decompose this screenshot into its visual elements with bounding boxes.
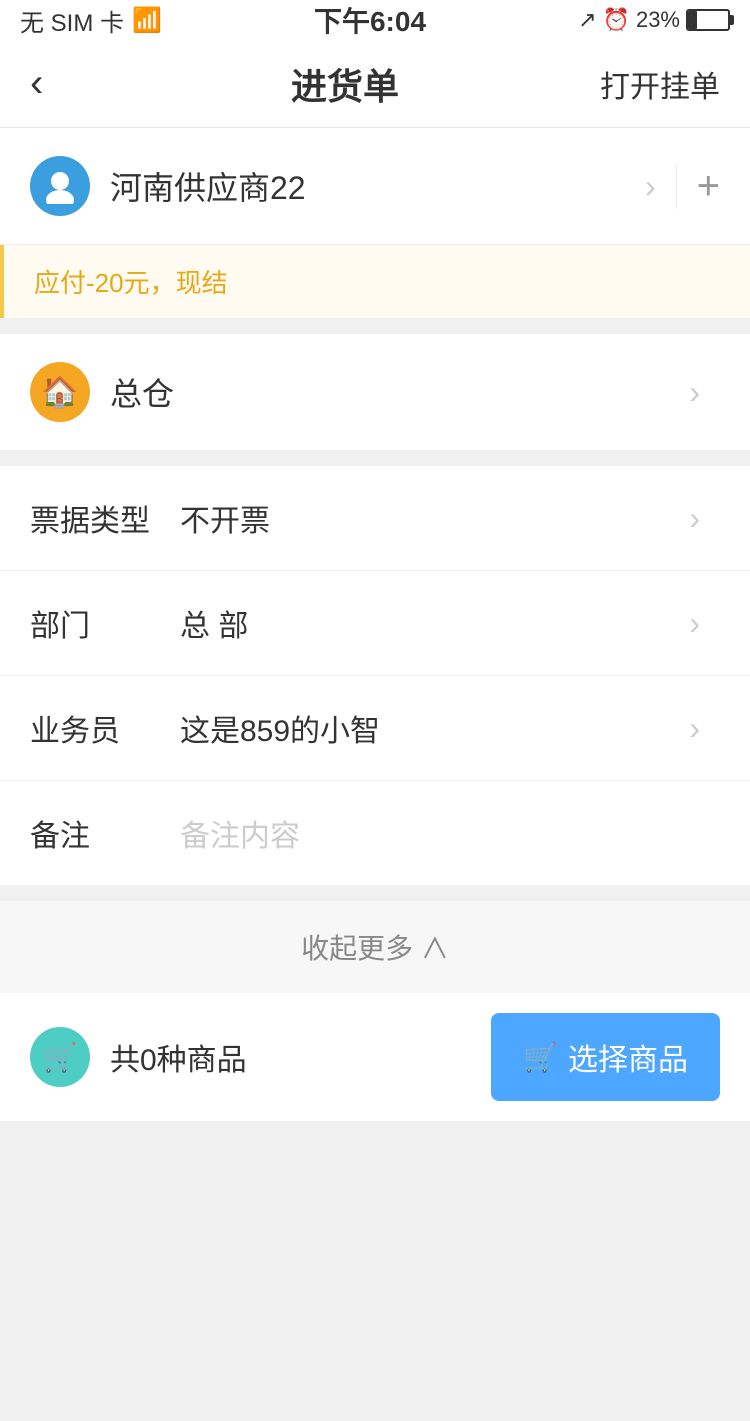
remark-label: 备注 xyxy=(30,811,160,855)
collapse-row[interactable]: 收起更多 ∧ xyxy=(0,901,750,993)
invoice-type-label: 票据类型 xyxy=(30,496,160,540)
warehouse-name: 总仓 xyxy=(110,369,689,415)
info-banner-text: 应付-20元，现结 xyxy=(34,268,228,298)
person-icon xyxy=(42,168,78,204)
page-title: 进货单 xyxy=(291,58,399,110)
select-product-button[interactable]: 🛒 选择商品 xyxy=(491,1013,720,1101)
battery-icon xyxy=(686,9,730,31)
battery-percent: 23% xyxy=(636,7,680,33)
product-cart-icon: 🛒 xyxy=(30,1027,90,1087)
wifi-icon: 📶 xyxy=(132,6,162,35)
remark-row[interactable]: 备注 备注内容 xyxy=(0,781,750,885)
content-area: 河南供应商22 › + 应付-20元，现结 🏠 总仓 › 票据类型 不开票 › … xyxy=(0,128,750,1421)
warehouse-row[interactable]: 🏠 总仓 › xyxy=(0,334,750,450)
supplier-avatar xyxy=(30,156,90,216)
nav-bar: ‹ 进货单 打开挂单 xyxy=(0,40,750,128)
remark-input[interactable]: 备注内容 xyxy=(160,811,720,855)
supplier-card: 河南供应商22 › + 应付-20元，现结 xyxy=(0,128,750,318)
bottom-product-bar: 🛒 共0种商品 🛒 选择商品 xyxy=(0,993,750,1121)
invoice-type-value: 不开票 xyxy=(160,496,689,540)
warehouse-card: 🏠 总仓 › xyxy=(0,334,750,450)
collapse-text: 收起更多 ∧ xyxy=(301,927,449,967)
status-left: 无 SIM 卡 📶 xyxy=(20,3,162,38)
supplier-chevron-icon: › xyxy=(645,168,656,205)
alarm-icon: ⏰ xyxy=(603,7,630,33)
product-count-text: 共0种商品 xyxy=(110,1035,491,1079)
carrier-text: 无 SIM 卡 xyxy=(20,3,124,38)
status-bar: 无 SIM 卡 📶 下午6:04 ↗ ⏰ 23% xyxy=(0,0,750,40)
department-row[interactable]: 部门 总 部 › xyxy=(0,571,750,676)
warehouse-icon: 🏠 xyxy=(30,362,90,422)
salesperson-row[interactable]: 业务员 这是859的小智 › xyxy=(0,676,750,781)
grey-area xyxy=(0,1121,750,1421)
form-card: 票据类型 不开票 › 部门 总 部 › 业务员 这是859的小智 › 备注 备注… xyxy=(0,466,750,885)
open-pending-button[interactable]: 打开挂单 xyxy=(600,62,720,106)
back-button[interactable]: ‹ xyxy=(30,61,90,106)
salesperson-value: 这是859的小智 xyxy=(160,706,689,750)
house-icon: 🏠 xyxy=(41,375,78,410)
select-btn-label: 选择商品 xyxy=(568,1035,688,1079)
add-supplier-button[interactable]: + xyxy=(676,164,720,209)
supplier-name: 河南供应商22 xyxy=(110,163,645,209)
status-time: 下午6:04 xyxy=(314,0,426,40)
invoice-chevron-icon: › xyxy=(689,500,700,537)
salesperson-chevron-icon: › xyxy=(689,710,700,747)
status-right: ↗ ⏰ 23% xyxy=(578,7,730,33)
cart-symbol: 🛒 xyxy=(43,1041,78,1074)
select-btn-icon: 🛒 xyxy=(523,1041,558,1074)
salesperson-label: 业务员 xyxy=(30,706,160,750)
info-banner: 应付-20元，现结 xyxy=(0,245,750,318)
invoice-type-row[interactable]: 票据类型 不开票 › xyxy=(0,466,750,571)
department-chevron-icon: › xyxy=(689,605,700,642)
supplier-row[interactable]: 河南供应商22 › + xyxy=(0,128,750,245)
department-value: 总 部 xyxy=(160,601,689,645)
department-label: 部门 xyxy=(30,601,160,645)
location-icon: ↗ xyxy=(578,7,596,33)
warehouse-chevron-icon: › xyxy=(689,374,700,411)
